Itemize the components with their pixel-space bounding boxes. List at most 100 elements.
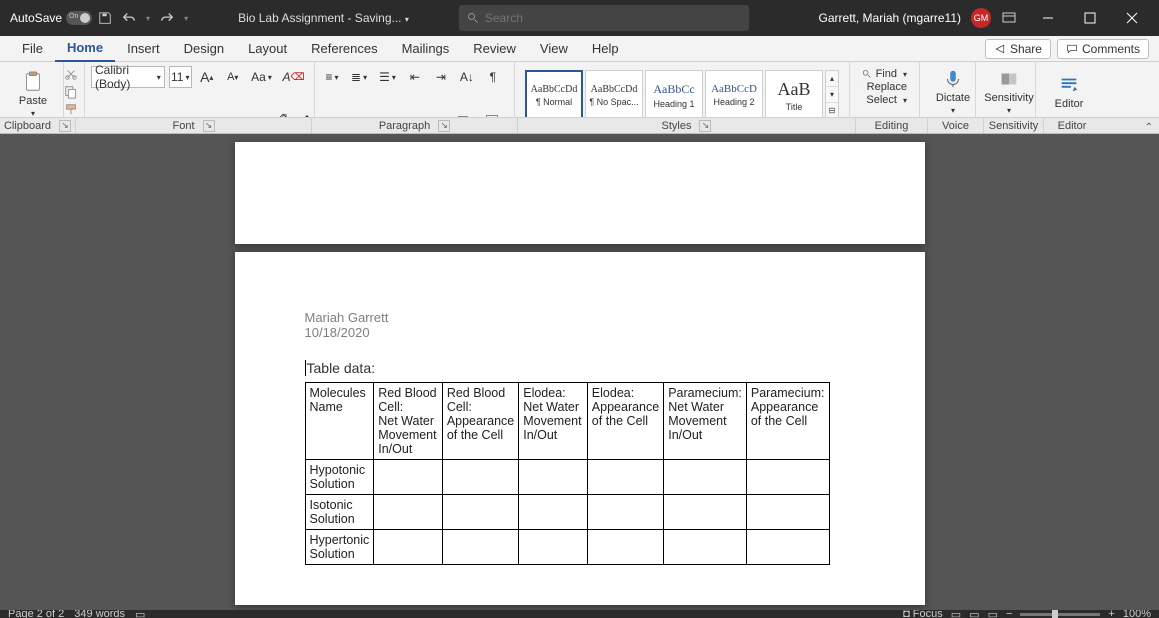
undo-icon[interactable] xyxy=(122,11,136,25)
styles-scroll[interactable]: ▴▾⊟ xyxy=(825,70,839,120)
style-title[interactable]: AaBTitle xyxy=(765,70,823,120)
view-print-icon[interactable]: ▭ xyxy=(969,610,979,618)
styles-gallery[interactable]: AaBbCcDd¶ Normal AaBbCcDd¶ No Spac... Aa… xyxy=(521,66,843,124)
search-icon xyxy=(467,12,479,24)
tab-layout[interactable]: Layout xyxy=(236,36,299,62)
decrease-indent-button[interactable]: ⇤ xyxy=(404,66,426,88)
comments-button[interactable]: Comments xyxy=(1057,39,1149,59)
table-row: Isotonic Solution xyxy=(305,495,829,530)
paste-button[interactable]: Paste ▾ xyxy=(6,66,60,122)
spellcheck-icon[interactable]: ▭ xyxy=(135,610,145,618)
style-no-spacing[interactable]: AaBbCcDd¶ No Spac... xyxy=(585,70,643,120)
format-painter-icon[interactable] xyxy=(64,103,78,117)
grow-font-button[interactable]: A▴ xyxy=(196,66,218,88)
view-web-icon[interactable]: ▭ xyxy=(988,610,998,618)
share-icon xyxy=(994,43,1006,55)
zoom-level[interactable]: 100% xyxy=(1123,610,1151,618)
tab-insert[interactable]: Insert xyxy=(115,36,172,62)
autosave-label: AutoSave xyxy=(10,11,62,25)
select-button[interactable]: Select▾ xyxy=(862,94,907,106)
find-button[interactable]: Find▾ xyxy=(862,68,907,80)
zoom-out-button[interactable]: − xyxy=(1006,610,1012,618)
tab-design[interactable]: Design xyxy=(172,36,236,62)
replace-icon xyxy=(862,81,863,93)
tab-review[interactable]: Review xyxy=(461,36,528,62)
document-title[interactable]: Bio Lab Assignment - Saving... ▾ xyxy=(238,11,409,25)
data-table: Molecules Name Red Blood Cell:Net Water … xyxy=(305,382,830,565)
ribbon-tabs: File Home Insert Design Layout Reference… xyxy=(0,36,1159,62)
doc-date: 10/18/2020 xyxy=(305,325,855,340)
header-cell: Elodea:Appearance of the Cell xyxy=(587,383,663,460)
font-size-select[interactable]: 11▾ xyxy=(169,66,192,88)
undo-more-icon[interactable]: ▾ xyxy=(146,14,150,23)
header-cell: Paramecium:Appearance of the Cell xyxy=(746,383,829,460)
zoom-in-button[interactable]: + xyxy=(1108,610,1114,618)
search-box[interactable] xyxy=(459,5,749,31)
sort-button[interactable]: A↓ xyxy=(456,66,478,88)
bullets-button[interactable]: ≡▾ xyxy=(321,66,343,88)
clipboard-icon xyxy=(22,71,44,93)
doc-author: Mariah Garrett xyxy=(305,310,855,325)
tab-view[interactable]: View xyxy=(528,36,580,62)
tab-references[interactable]: References xyxy=(299,36,389,62)
title-bar: AutoSave On ▾ ▾ Bio Lab Assignment - Sav… xyxy=(0,0,1159,36)
user-name[interactable]: Garrett, Mariah (mgarre11) xyxy=(819,11,961,25)
style-normal[interactable]: AaBbCcDd¶ Normal xyxy=(525,70,583,120)
tab-help[interactable]: Help xyxy=(580,36,631,62)
shrink-font-button[interactable]: A▾ xyxy=(222,66,244,88)
comment-icon xyxy=(1066,43,1078,55)
ribbon-display-icon[interactable] xyxy=(1001,10,1017,26)
close-button[interactable] xyxy=(1111,0,1153,36)
document-canvas[interactable]: Mariah Garrett 10/18/2020 Table data: Mo… xyxy=(0,134,1159,610)
doc-heading: Table data: xyxy=(305,360,855,376)
replace-button[interactable]: Replace xyxy=(862,81,907,93)
header-cell: Molecules Name xyxy=(305,383,374,460)
zoom-slider[interactable] xyxy=(1020,613,1100,616)
header-cell: Red Blood Cell:Appearance of the Cell xyxy=(442,383,518,460)
cut-icon[interactable] xyxy=(64,67,78,81)
clear-formatting-button[interactable]: A⌫ xyxy=(279,66,308,88)
change-case-button[interactable]: Aa▾ xyxy=(248,66,275,88)
header-cell: Elodea:Net Water Movement In/Out xyxy=(519,383,588,460)
font-launcher[interactable]: ↘ xyxy=(203,120,215,132)
tab-file[interactable]: File xyxy=(10,36,55,62)
share-button[interactable]: Share xyxy=(985,39,1051,59)
focus-mode-button[interactable]: ◘ Focus xyxy=(903,610,943,618)
clipboard-launcher[interactable]: ↘ xyxy=(59,120,71,132)
ribbon: Paste ▾ Calibri (Body)▾ 11▾ A▴ A▾ Aa▾ A⌫… xyxy=(0,62,1159,134)
copy-icon[interactable] xyxy=(64,85,78,99)
styles-launcher[interactable]: ↘ xyxy=(699,120,711,132)
style-heading1[interactable]: AaBbCcHeading 1 xyxy=(645,70,703,120)
dictate-button[interactable]: Dictate▾ xyxy=(926,66,980,117)
view-read-icon[interactable]: ▭ xyxy=(951,610,961,618)
status-page[interactable]: Page 2 of 2 xyxy=(8,610,64,618)
font-name-select[interactable]: Calibri (Body)▾ xyxy=(91,66,165,88)
maximize-button[interactable] xyxy=(1069,0,1111,36)
multilevel-button[interactable]: ☰▾ xyxy=(375,66,400,88)
tab-home[interactable]: Home xyxy=(55,36,115,62)
save-icon[interactable] xyxy=(98,11,112,25)
status-bar: Page 2 of 2 349 words ▭ ◘ Focus ▭ ▭ ▭ − … xyxy=(0,610,1159,618)
header-cell: Paramecium:Net Water Movement In/Out xyxy=(664,383,747,460)
show-marks-button[interactable]: ¶ xyxy=(482,66,504,88)
editor-icon xyxy=(1058,74,1080,96)
table-row: Hypotonic Solution xyxy=(305,460,829,495)
redo-icon[interactable] xyxy=(160,11,174,25)
increase-indent-button[interactable]: ⇥ xyxy=(430,66,452,88)
search-input[interactable] xyxy=(485,11,741,25)
qat-customize-icon[interactable]: ▾ xyxy=(184,14,188,23)
tab-mailings[interactable]: Mailings xyxy=(390,36,462,62)
editor-button[interactable]: Editor xyxy=(1042,66,1096,117)
collapse-ribbon-icon[interactable]: ⌃ xyxy=(1145,122,1153,133)
sensitivity-button[interactable]: Sensitivity▾ xyxy=(982,66,1036,117)
style-heading2[interactable]: AaBbCcDHeading 2 xyxy=(705,70,763,120)
paragraph-launcher[interactable]: ↘ xyxy=(438,120,450,132)
status-words[interactable]: 349 words xyxy=(74,610,125,618)
page-2: Mariah Garrett 10/18/2020 Table data: Mo… xyxy=(235,252,925,605)
minimize-button[interactable] xyxy=(1027,0,1069,36)
autosave-toggle[interactable]: AutoSave On xyxy=(10,11,92,25)
numbering-button[interactable]: ≣▾ xyxy=(347,66,371,88)
header-cell: Red Blood Cell:Net Water Movement In/Out xyxy=(374,383,443,460)
avatar[interactable]: GM xyxy=(971,8,991,28)
ribbon-group-labels: Clipboard↘ Font↘ Paragraph↘ Styles↘ Edit… xyxy=(0,117,1159,133)
